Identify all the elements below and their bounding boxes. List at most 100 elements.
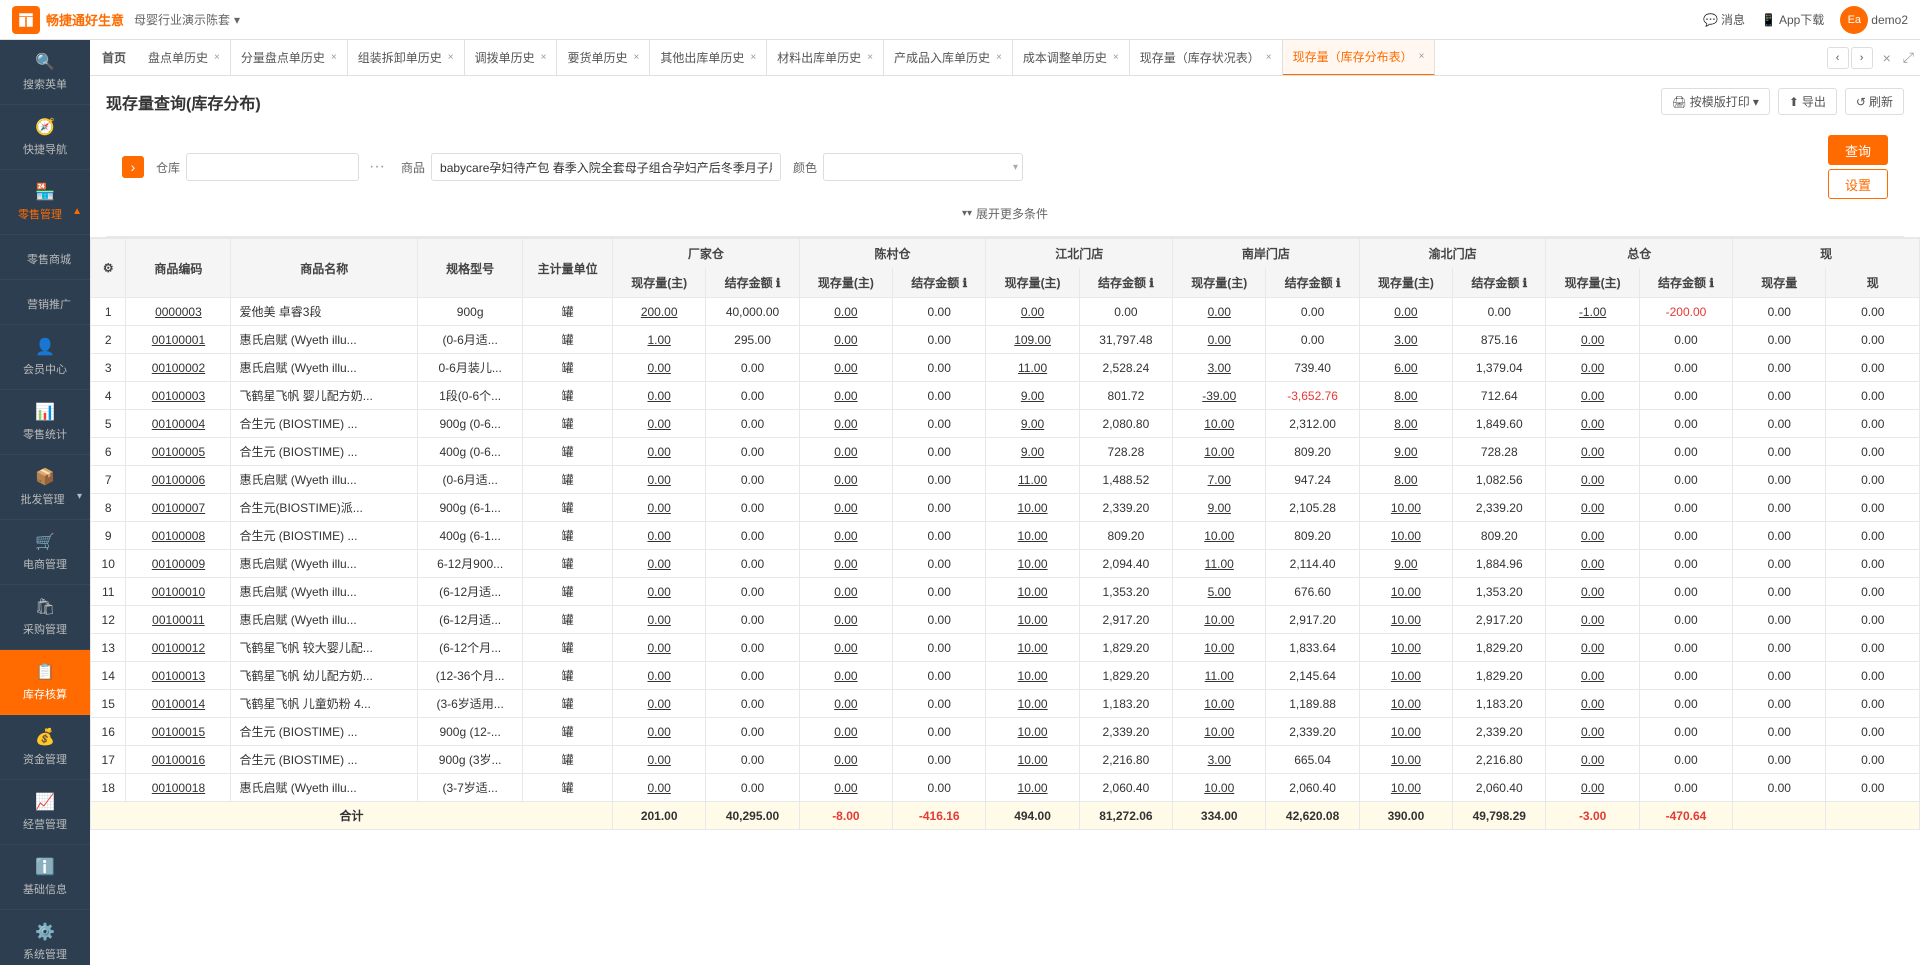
stock-link[interactable]: 10.00 (1391, 697, 1421, 711)
expand-tabs-btn[interactable]: ⤢ (1897, 49, 1920, 66)
tab-stock-status[interactable]: 现存量（库存状况表） × (1130, 40, 1283, 76)
stock-link[interactable]: 10.00 (1018, 725, 1048, 739)
stock-link[interactable]: 11.00 (1018, 473, 1047, 487)
tab-product-in[interactable]: 产成品入库单历史 × (884, 40, 1013, 76)
stock-link[interactable]: 0.00 (1581, 669, 1604, 683)
code-link[interactable]: 00100008 (152, 529, 205, 543)
code-link[interactable]: 00100004 (152, 417, 205, 431)
stock-link[interactable]: 0.00 (834, 361, 857, 375)
stock-link[interactable]: 8.00 (1394, 389, 1417, 403)
stock-link[interactable]: 0.00 (834, 697, 857, 711)
sidebar-item-search[interactable]: 🔍 搜索英单 (0, 40, 90, 105)
code-link[interactable]: 00100013 (152, 669, 205, 683)
code-link[interactable]: 00100012 (152, 641, 205, 655)
stock-link[interactable]: 10.00 (1391, 641, 1421, 655)
close-all-tabs-btn[interactable]: × (1877, 50, 1897, 66)
stock-link[interactable]: 10.00 (1391, 529, 1421, 543)
stock-link[interactable]: 0.00 (648, 781, 671, 795)
stock-link[interactable]: 9.00 (1021, 445, 1044, 459)
stock-link[interactable]: 3.00 (1208, 361, 1231, 375)
stock-link[interactable]: 10.00 (1391, 669, 1421, 683)
stock-link[interactable]: 10.00 (1018, 557, 1048, 571)
close-tab-btn[interactable]: × (214, 52, 220, 63)
stock-link[interactable]: 0.00 (1581, 529, 1604, 543)
stock-link[interactable]: 0.00 (648, 669, 671, 683)
nav-next-btn[interactable]: › (1851, 47, 1873, 69)
stock-link[interactable]: 0.00 (834, 417, 857, 431)
stock-link[interactable]: 10.00 (1018, 529, 1048, 543)
close-tab-btn[interactable]: × (867, 52, 873, 63)
stock-link[interactable]: 10.00 (1391, 585, 1421, 599)
message-btn[interactable]: 💬 消息 (1703, 11, 1745, 28)
stock-link[interactable]: 9.00 (1021, 389, 1044, 403)
stock-link[interactable]: 10.00 (1018, 669, 1048, 683)
stock-link[interactable]: 0.00 (648, 361, 671, 375)
stock-link[interactable]: 0.00 (1581, 781, 1604, 795)
stock-link[interactable]: 9.00 (1394, 445, 1417, 459)
stock-link[interactable]: 10.00 (1204, 613, 1234, 627)
app-download-btn[interactable]: 📱 App下载 (1761, 11, 1824, 28)
stock-link[interactable]: 3.00 (1394, 333, 1417, 347)
stock-link[interactable]: 0.00 (1581, 445, 1604, 459)
tab-stock-dist[interactable]: 现存量（库存分布表） × (1283, 40, 1436, 76)
nav-prev-btn[interactable]: ‹ (1827, 47, 1849, 69)
stock-link[interactable]: 10.00 (1204, 697, 1234, 711)
tab-cost-adj[interactable]: 成本调整单历史 × (1013, 40, 1130, 76)
close-tab-btn[interactable]: × (448, 52, 454, 63)
code-link[interactable]: 00100018 (152, 781, 205, 795)
stock-link[interactable]: 0.00 (1208, 305, 1231, 319)
stock-link[interactable]: 10.00 (1018, 641, 1048, 655)
code-link[interactable]: 00100007 (152, 501, 205, 515)
sidebar-item-retail-mall[interactable]: 零售商城 (0, 235, 90, 280)
gear-icon[interactable]: ⚙ (103, 261, 114, 275)
stock-link[interactable]: 0.00 (834, 445, 857, 459)
code-link[interactable]: 00100014 (152, 697, 205, 711)
expand-more-btn[interactable]: ▾▾ 展开更多条件 (122, 199, 1888, 226)
stock-link[interactable]: 0.00 (834, 529, 857, 543)
stock-link[interactable]: 8.00 (1394, 417, 1417, 431)
stock-link[interactable]: 0.00 (648, 445, 671, 459)
stock-link[interactable]: 0.00 (1581, 585, 1604, 599)
code-link[interactable]: 00100010 (152, 585, 205, 599)
goods-input[interactable] (431, 153, 781, 181)
stock-link[interactable]: 0.00 (1581, 613, 1604, 627)
stock-link[interactable]: 0.00 (648, 557, 671, 571)
stock-link[interactable]: 10.00 (1391, 781, 1421, 795)
tab-home[interactable]: 首页 (90, 49, 138, 66)
stock-link[interactable]: 10.00 (1018, 585, 1048, 599)
stock-link[interactable]: 0.00 (834, 389, 857, 403)
stock-link[interactable]: 0.00 (834, 585, 857, 599)
code-link[interactable]: 00100006 (152, 473, 205, 487)
close-tab-btn[interactable]: × (541, 52, 547, 63)
stock-link[interactable]: 1.00 (648, 333, 671, 347)
stock-link[interactable]: 0.00 (834, 613, 857, 627)
stock-link[interactable]: 200.00 (641, 305, 678, 319)
stock-link[interactable]: 0.00 (834, 781, 857, 795)
stock-link[interactable]: 0.00 (1581, 361, 1604, 375)
print-button[interactable]: 🖨 按模版打印 ▾ (1661, 88, 1770, 115)
th-gear[interactable]: ⚙ (91, 239, 126, 298)
stock-link[interactable]: 0.00 (648, 641, 671, 655)
stock-link[interactable]: 0.00 (834, 333, 857, 347)
stock-link[interactable]: 10.00 (1204, 725, 1234, 739)
tab-order[interactable]: 要货单历史 × (557, 40, 650, 76)
sidebar-item-finance[interactable]: 💰 资金管理 (0, 715, 90, 780)
tab-other-out[interactable]: 其他出库单历史 × (650, 40, 767, 76)
stock-link[interactable]: 10.00 (1018, 501, 1048, 515)
stock-link[interactable]: 0.00 (834, 473, 857, 487)
sidebar-item-nav[interactable]: 🧭 快捷导航 (0, 105, 90, 170)
stock-link[interactable]: 9.00 (1208, 501, 1231, 515)
sidebar-item-marketing[interactable]: 营销推广 (0, 280, 90, 325)
stock-link[interactable]: 10.00 (1018, 781, 1048, 795)
stock-link[interactable]: 0.00 (648, 697, 671, 711)
stock-link[interactable]: 9.00 (1394, 557, 1417, 571)
stock-link[interactable]: 10.00 (1204, 529, 1234, 543)
query-button[interactable]: 查询 (1828, 135, 1888, 165)
code-link[interactable]: 00100011 (152, 613, 205, 627)
color-input[interactable] (823, 153, 1023, 181)
stock-link[interactable]: 0.00 (834, 305, 857, 319)
sidebar-item-wholesale[interactable]: 📦 批发管理 ▾ (0, 455, 90, 520)
refresh-button[interactable]: ↺ 刷新 (1845, 88, 1904, 115)
stock-link[interactable]: -1.00 (1579, 305, 1606, 319)
stock-link[interactable]: 0.00 (834, 725, 857, 739)
